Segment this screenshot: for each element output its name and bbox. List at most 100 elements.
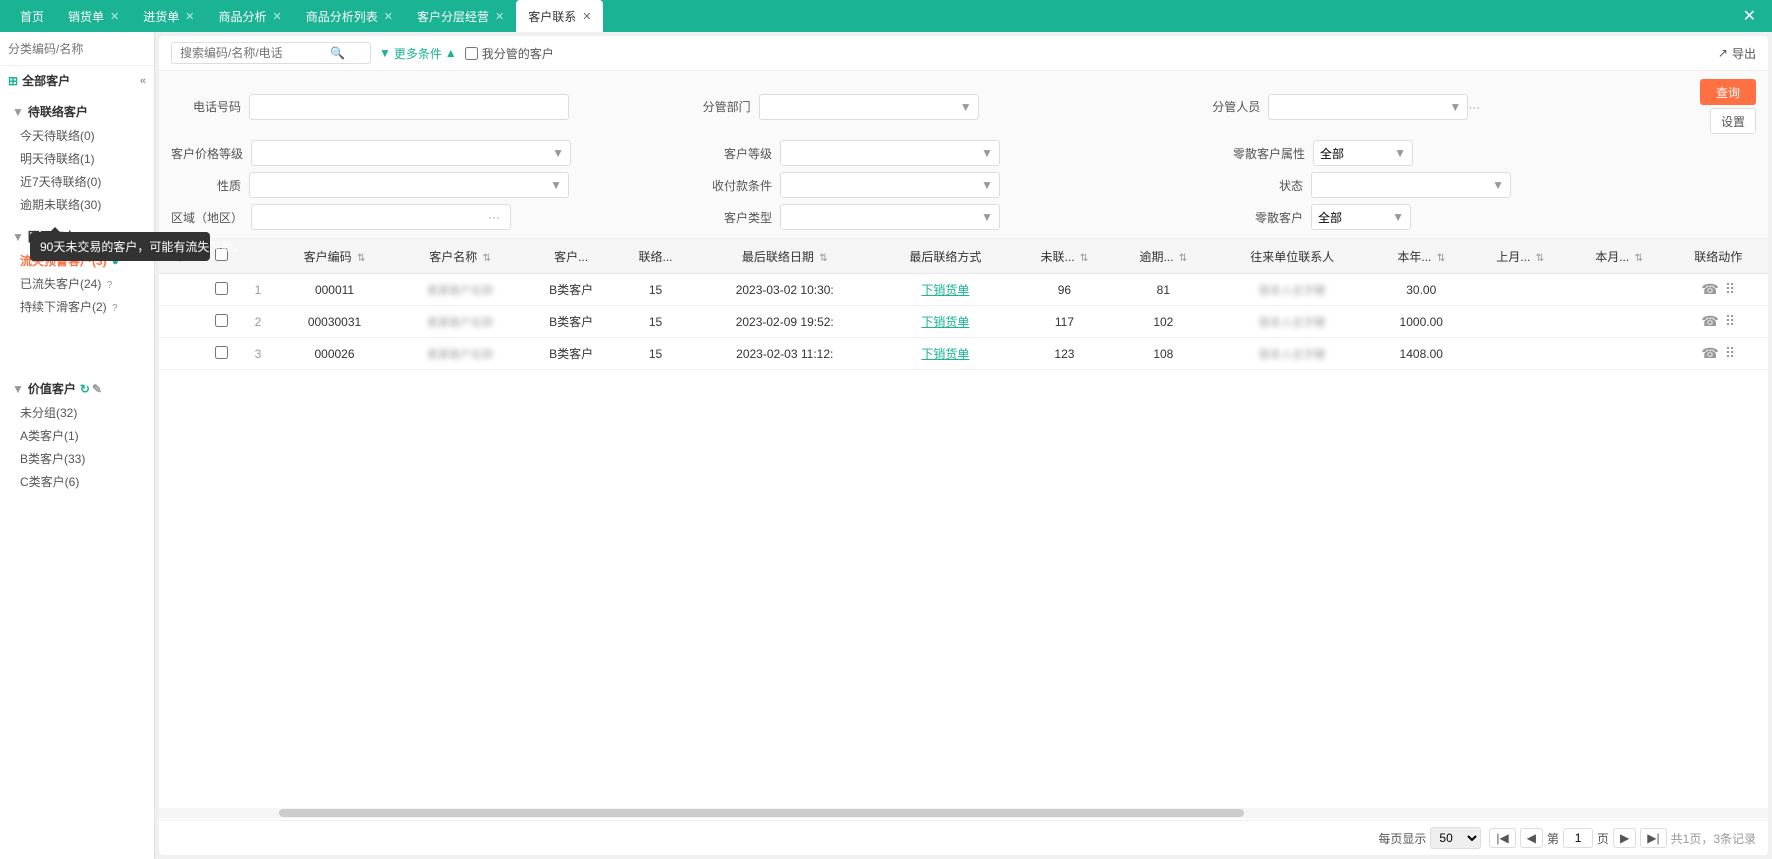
- group-value-title[interactable]: ▼ 价值客户 ↻ ✎: [0, 376, 154, 401]
- search-input-wrap: 🔍: [171, 42, 371, 64]
- last-date-col-header[interactable]: 最后联络日期 ⇅: [694, 239, 876, 274]
- sidebar-item-class-a[interactable]: A类客户(1): [0, 424, 154, 447]
- contact-icon-3[interactable]: ☎: [1701, 345, 1718, 362]
- close-all-button[interactable]: ✕: [1735, 2, 1764, 30]
- action-cell: ☎ ⠿: [1669, 338, 1768, 370]
- sidebar-item-lost-customers[interactable]: 已流失客户(24) ?: [0, 272, 154, 295]
- sidebar-item-week-contact[interactable]: 近7天待联络(0): [0, 170, 154, 193]
- customer-level-arrow: ▼: [981, 146, 993, 160]
- more-filter-button[interactable]: ▼ 更多条件 ▲: [379, 45, 457, 62]
- tab-sales[interactable]: 销货单 ✕: [56, 0, 131, 32]
- horizontal-scrollbar[interactable]: [159, 808, 1768, 818]
- sidebar-item-today-contact[interactable]: 今天待联络(0): [0, 124, 154, 147]
- tab-goods-analysis-list[interactable]: 商品分析列表 ✕: [294, 0, 405, 32]
- page-number-input[interactable]: [1563, 828, 1593, 848]
- this-year-sort-icon: ⇅: [1437, 253, 1445, 264]
- group-pending-contact-title[interactable]: ▼ 待联络客户: [0, 99, 154, 124]
- tab-sales-close[interactable]: ✕: [110, 10, 119, 23]
- dept-select[interactable]: ▼: [759, 94, 979, 120]
- settings-button[interactable]: 设置: [1710, 108, 1756, 134]
- row-checkbox-1[interactable]: [215, 282, 228, 295]
- contact-icon-1[interactable]: ☎: [1701, 281, 1718, 298]
- settings-cell: [159, 338, 201, 370]
- checkbox-cell: [201, 274, 242, 306]
- collapse-icon: «: [140, 75, 146, 87]
- retail-customer-select[interactable]: 全部▼: [1311, 204, 1411, 230]
- code-cell: 000026: [273, 338, 395, 370]
- code-col-header[interactable]: 客户编码 ⇅: [273, 239, 395, 274]
- price-level-select[interactable]: ▼: [251, 140, 571, 166]
- this-year-col-header[interactable]: 本年... ⇅: [1372, 239, 1471, 274]
- retail-attr-arrow: ▼: [1394, 146, 1406, 160]
- search-input[interactable]: [180, 46, 330, 60]
- last-month-col-header[interactable]: 上月... ⇅: [1471, 239, 1570, 274]
- tab-customer-layer-close[interactable]: ✕: [495, 10, 504, 23]
- tab-purchase[interactable]: 进货单 ✕: [131, 0, 206, 32]
- sidebar-item-tomorrow-contact[interactable]: 明天待联络(1): [0, 147, 154, 170]
- tab-goods-analysis[interactable]: 商品分析 ✕: [206, 0, 293, 32]
- more-action-icon-1[interactable]: ⠿: [1725, 281, 1735, 298]
- uncontacted-cell: 123: [1015, 338, 1114, 370]
- this-month-col-header[interactable]: 本月... ⇅: [1570, 239, 1669, 274]
- nature-select[interactable]: ▼: [249, 172, 569, 198]
- sidebar-item-ungrouped[interactable]: 未分组(32): [0, 401, 154, 424]
- row-checkbox-3[interactable]: [215, 346, 228, 359]
- sidebar-search-input[interactable]: [8, 42, 155, 56]
- sidebar-item-overdue-contact[interactable]: 逾期未联络(30): [0, 193, 154, 216]
- overdue-col-header[interactable]: 逾期... ⇅: [1114, 239, 1213, 274]
- query-button[interactable]: 查询: [1700, 79, 1756, 105]
- tab-goods-analysis-close[interactable]: ✕: [273, 10, 282, 23]
- edit-icon[interactable]: ✎: [92, 382, 102, 396]
- uncontacted-col-header[interactable]: 未联... ⇅: [1015, 239, 1114, 274]
- row-checkbox-2[interactable]: [215, 314, 228, 327]
- more-action-icon-3[interactable]: ⠿: [1725, 345, 1735, 362]
- region-select[interactable]: ···: [251, 204, 511, 230]
- arrow-down-icon2: ▼: [12, 230, 24, 244]
- tab-customer-layer[interactable]: 客户分层经营 ✕: [405, 0, 516, 32]
- name-col-header[interactable]: 客户名称 ⇅: [396, 239, 525, 274]
- last-method-col-header: 最后联络方式: [876, 239, 1015, 274]
- customer-type-select[interactable]: ▼: [780, 204, 1000, 230]
- last-page-button[interactable]: ▶|: [1640, 828, 1666, 848]
- filter-actions: 查询 设置: [1700, 79, 1756, 134]
- first-page-button[interactable]: |◀: [1489, 828, 1515, 848]
- sidebar-item-class-b[interactable]: B类客户(33): [0, 447, 154, 470]
- payment-select[interactable]: ▼: [780, 172, 1000, 198]
- prev-page-button[interactable]: ◀: [1520, 828, 1543, 848]
- retail-attr-select[interactable]: 全部▼: [1313, 140, 1413, 166]
- grid-icon: ⊞: [8, 74, 18, 88]
- manager-ellipsis[interactable]: ···: [1468, 100, 1480, 114]
- all-customers-title[interactable]: ⊞ 全部客户 «: [0, 66, 154, 95]
- filter-row-4: 区域（地区） ··· 客户类型 ▼ 零散客户 全部▼: [171, 204, 1756, 230]
- page-size-select[interactable]: 50 100 200: [1430, 827, 1481, 849]
- tab-home[interactable]: 首页: [8, 0, 56, 32]
- search-button-icon[interactable]: 🔍: [330, 46, 345, 60]
- sidebar-item-declining-customers[interactable]: 持续下滑客户(2) ?: [0, 295, 154, 318]
- next-page-button[interactable]: ▶: [1613, 828, 1636, 848]
- refresh-icon[interactable]: ↻: [80, 382, 90, 396]
- filter-customer-type: 客户类型 ▼: [702, 204, 1225, 230]
- my-customers-checkbox[interactable]: [465, 47, 478, 60]
- status-select[interactable]: ▼: [1311, 172, 1511, 198]
- export-button[interactable]: ↗ 导出: [1718, 45, 1756, 62]
- tab-customer-contact-close[interactable]: ✕: [582, 10, 591, 23]
- sidebar: 🔍 ⊞ 全部客户 « ▼ 待联络客户 今天待联络(0) 明天待联络(1) 近7天…: [0, 32, 155, 859]
- content-area: 🔍 ▼ 更多条件 ▲ 我分管的客户 ↗ 导出 电话号码: [159, 36, 1768, 855]
- customer-level-select[interactable]: ▼: [780, 140, 1000, 166]
- name-cell: 某某客户名称: [396, 306, 525, 338]
- export-icon: ↗: [1718, 46, 1728, 60]
- sidebar-item-class-c[interactable]: C类客户(6): [0, 470, 154, 493]
- manager-select[interactable]: ▼: [1268, 94, 1468, 120]
- last-date-sort-icon: ⇅: [819, 253, 827, 264]
- tab-bar: 首页 销货单 ✕ 进货单 ✕ 商品分析 ✕ 商品分析列表 ✕ 客户分层经营 ✕ …: [0, 0, 1772, 32]
- num-cell: 1: [243, 274, 274, 306]
- tab-goods-list-close[interactable]: ✕: [384, 10, 393, 23]
- phone-input[interactable]: [249, 94, 569, 120]
- region-ellipsis[interactable]: ···: [488, 210, 500, 224]
- contact-icon-2[interactable]: ☎: [1701, 313, 1718, 330]
- table-row: 1 000011 某某客户名称 B类客户 15 2023-03-02 10:30…: [159, 274, 1768, 306]
- more-action-icon-2[interactable]: ⠿: [1725, 313, 1735, 330]
- tab-purchase-close[interactable]: ✕: [185, 10, 194, 23]
- last-method-cell: 下销货单: [876, 274, 1015, 306]
- tab-customer-contact[interactable]: 客户联系 ✕: [516, 0, 603, 32]
